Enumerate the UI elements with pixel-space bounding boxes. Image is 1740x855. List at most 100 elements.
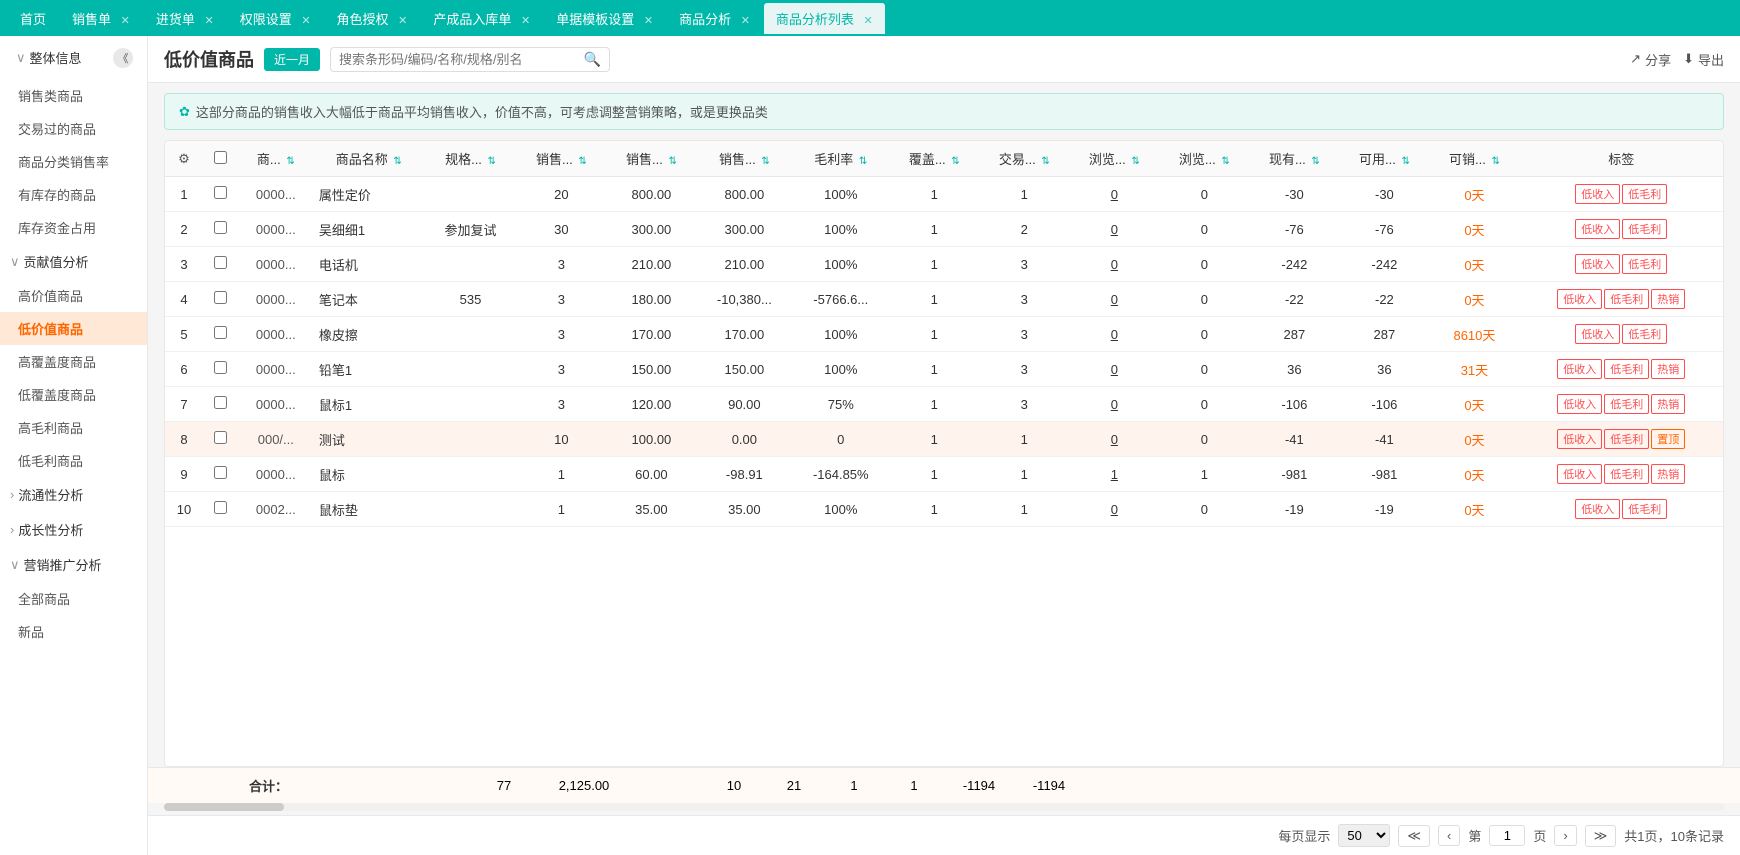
row-checkbox[interactable]	[214, 396, 227, 409]
sort-spec-icon[interactable]: ⇅	[488, 156, 496, 167]
prev-page-btn[interactable]: ‹	[1438, 825, 1460, 846]
close-role-icon[interactable]: ✕	[398, 15, 407, 27]
cell-checkbox[interactable]	[203, 247, 239, 282]
row-checkbox[interactable]	[214, 221, 227, 234]
select-all-checkbox[interactable]	[214, 151, 227, 164]
sort-sales1-icon[interactable]: ⇅	[578, 156, 586, 167]
close-product-analysis-list-icon[interactable]: ✕	[864, 15, 873, 27]
row-checkbox[interactable]	[214, 431, 227, 444]
last-page-btn[interactable]: ≫	[1585, 825, 1617, 847]
sidebar-section-overall[interactable]: ∨整体信息	[6, 40, 92, 75]
sidebar-item-low-coverage[interactable]: 低覆盖度商品	[0, 378, 147, 411]
nav-product-inbound[interactable]: 产成品入库单 ✕	[421, 3, 542, 34]
sidebar-item-high-coverage[interactable]: 高覆盖度商品	[0, 345, 147, 378]
browse1-link[interactable]: 0	[1111, 397, 1118, 412]
first-page-btn[interactable]: ≪	[1398, 825, 1430, 847]
close-purchase-icon[interactable]: ✕	[204, 15, 213, 27]
cell-br1[interactable]: 0	[1069, 282, 1159, 317]
cell-br1[interactable]: 0	[1069, 212, 1159, 247]
sort-browse2-icon[interactable]: ⇅	[1221, 156, 1229, 167]
row-checkbox[interactable]	[214, 466, 227, 479]
row-checkbox[interactable]	[214, 256, 227, 269]
nav-permission[interactable]: 权限设置 ✕	[228, 3, 323, 34]
browse1-link[interactable]: 0	[1111, 502, 1118, 517]
sort-sales3-icon[interactable]: ⇅	[761, 156, 769, 167]
sidebar-item-new-products[interactable]: 新品	[0, 615, 147, 648]
sort-coverage-icon[interactable]: ⇅	[951, 156, 959, 167]
row-checkbox[interactable]	[214, 326, 227, 339]
sort-sales2-icon[interactable]: ⇅	[668, 156, 676, 167]
cell-br1[interactable]: 0	[1069, 247, 1159, 282]
browse1-link[interactable]: 0	[1111, 432, 1118, 447]
nav-product-analysis-list[interactable]: 商品分析列表 ✕	[764, 3, 885, 34]
nav-role[interactable]: 角色授权 ✕	[325, 3, 420, 34]
cell-checkbox[interactable]	[203, 282, 239, 317]
cell-checkbox[interactable]	[203, 352, 239, 387]
browse1-link[interactable]: 0	[1111, 362, 1118, 377]
collapse-sidebar-btn[interactable]: 《	[113, 48, 133, 68]
page-number-input[interactable]	[1489, 825, 1525, 846]
sort-code-icon[interactable]: ⇅	[286, 156, 294, 167]
cell-br1[interactable]: 1	[1069, 457, 1159, 492]
sort-browse1-icon[interactable]: ⇅	[1131, 156, 1139, 167]
cell-br1[interactable]: 0	[1069, 422, 1159, 457]
share-button[interactable]: ↗ 分享	[1630, 50, 1671, 69]
close-product-analysis-icon[interactable]: ✕	[741, 15, 750, 27]
browse1-link[interactable]: 0	[1111, 222, 1118, 237]
sidebar-item-capital[interactable]: 库存资金占用	[0, 211, 147, 244]
cell-br1[interactable]: 0	[1069, 492, 1159, 527]
sort-available-icon[interactable]: ⇅	[1401, 156, 1409, 167]
row-checkbox[interactable]	[214, 291, 227, 304]
row-checkbox[interactable]	[214, 361, 227, 374]
nav-purchase[interactable]: 进货单 ✕	[144, 3, 226, 34]
sort-trade-icon[interactable]: ⇅	[1041, 156, 1049, 167]
scrollbar-thumb[interactable]	[164, 803, 284, 811]
sidebar-item-in-stock[interactable]: 有库存的商品	[0, 178, 147, 211]
nav-home[interactable]: 首页	[8, 3, 58, 34]
sidebar-item-low-value[interactable]: 低价值商品	[0, 312, 147, 345]
nav-product-analysis[interactable]: 商品分析 ✕	[667, 3, 762, 34]
sidebar-item-category-sales[interactable]: 商品分类销售率	[0, 145, 147, 178]
browse1-link[interactable]: 0	[1111, 187, 1118, 202]
sidebar-section-marketing[interactable]: ∨营销推广分析	[0, 547, 147, 582]
sidebar-item-sales-products[interactable]: 销售类商品	[0, 79, 147, 112]
next-page-btn[interactable]: ›	[1554, 825, 1576, 846]
cell-br1[interactable]: 0	[1069, 317, 1159, 352]
cell-checkbox[interactable]	[203, 422, 239, 457]
cell-checkbox[interactable]	[203, 177, 239, 212]
sidebar-item-high-margin[interactable]: 高毛利商品	[0, 411, 147, 444]
sidebar-item-low-margin[interactable]: 低毛利商品	[0, 444, 147, 477]
horizontal-scrollbar[interactable]	[164, 803, 1724, 811]
cell-br1[interactable]: 0	[1069, 352, 1159, 387]
search-icon[interactable]: 🔍	[584, 51, 601, 68]
sort-saleable-icon[interactable]: ⇅	[1491, 156, 1499, 167]
settings-icon[interactable]: ⚙	[178, 151, 190, 166]
cell-checkbox[interactable]	[203, 387, 239, 422]
search-input[interactable]	[339, 52, 584, 67]
close-permission-icon[interactable]: ✕	[301, 15, 310, 27]
cell-checkbox[interactable]	[203, 212, 239, 247]
sidebar-item-traded[interactable]: 交易过的商品	[0, 112, 147, 145]
sort-margin-icon[interactable]: ⇅	[859, 156, 867, 167]
sort-current-icon[interactable]: ⇅	[1311, 156, 1319, 167]
nav-template[interactable]: 单据模板设置 ✕	[544, 3, 665, 34]
nav-sales[interactable]: 销售单 ✕	[60, 3, 142, 34]
cell-checkbox[interactable]	[203, 492, 239, 527]
export-button[interactable]: ⬇ 导出	[1683, 50, 1724, 69]
sort-name-icon[interactable]: ⇅	[393, 156, 401, 167]
row-checkbox[interactable]	[214, 501, 227, 514]
sidebar-item-all-products[interactable]: 全部商品	[0, 582, 147, 615]
close-sales-icon[interactable]: ✕	[121, 15, 130, 27]
sidebar-section-growth[interactable]: ›成长性分析	[0, 512, 147, 547]
close-product-inbound-icon[interactable]: ✕	[521, 15, 530, 27]
browse1-link[interactable]: 1	[1111, 467, 1118, 482]
cell-checkbox[interactable]	[203, 317, 239, 352]
browse1-link[interactable]: 0	[1111, 292, 1118, 307]
row-checkbox[interactable]	[214, 186, 227, 199]
cell-br1[interactable]: 0	[1069, 177, 1159, 212]
period-button[interactable]: 近一月	[264, 48, 320, 71]
cell-br1[interactable]: 0	[1069, 387, 1159, 422]
sidebar-item-high-value[interactable]: 高价值商品	[0, 279, 147, 312]
close-template-icon[interactable]: ✕	[644, 15, 653, 27]
cell-checkbox[interactable]	[203, 457, 239, 492]
